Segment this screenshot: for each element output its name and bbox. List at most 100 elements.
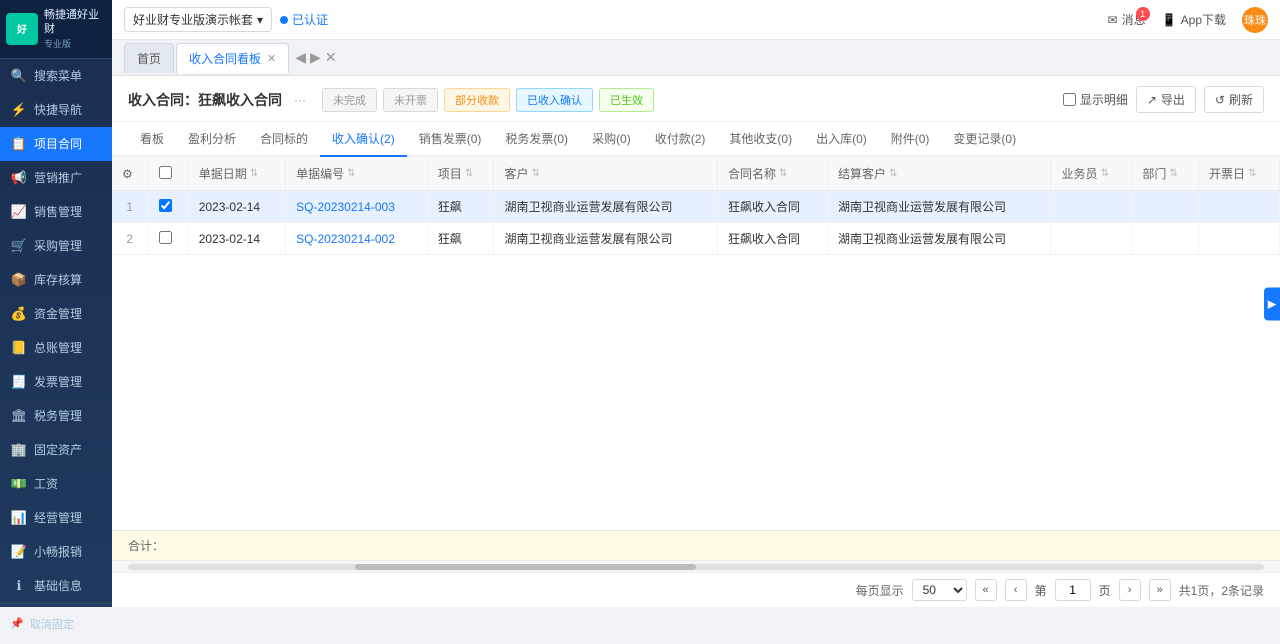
status-btn-confirmed[interactable]: 已收入确认 (516, 88, 593, 112)
select-all-checkbox[interactable] (159, 166, 172, 179)
status-btn-active[interactable]: 已生效 (599, 88, 654, 112)
inner-tab-11[interactable]: 变更记录(0) (941, 122, 1028, 157)
col-header-bill_no[interactable]: 单据编号 ⇅ (286, 157, 428, 191)
row-checkbox-1[interactable] (159, 231, 172, 244)
show-detail-input[interactable] (1063, 93, 1076, 106)
tab-home[interactable]: 首页 (124, 43, 174, 73)
sidebar-item-0[interactable]: 🔍搜索菜单 (0, 59, 112, 93)
sidebar-item-5[interactable]: 🛒采购管理 (0, 229, 112, 263)
cell-invoice_date-row1 (1199, 223, 1280, 255)
sidebar-item-1[interactable]: ⚡快捷导航 (0, 93, 112, 127)
status-btn-uninvoiced[interactable]: 未开票 (383, 88, 438, 112)
table-row[interactable]: 12023-02-14SQ-20230214-003狂飙湖南卫视商业运营发展有限… (112, 191, 1280, 223)
inner-tab-8[interactable]: 其他收支(0) (717, 122, 804, 157)
tab-nav-next[interactable]: ▶ (310, 49, 321, 66)
company-selector[interactable]: 好业财专业版演示帐套 ▾ (124, 7, 272, 32)
prev-page-button[interactable]: ‹ (1005, 579, 1027, 601)
sort-icon: ⇅ (1100, 168, 1108, 179)
inner-tab-1[interactable]: 盈利分析 (176, 122, 248, 157)
inner-tab-10[interactable]: 附件(0) (879, 122, 942, 157)
first-page-button[interactable]: « (975, 579, 997, 601)
table-row[interactable]: 22023-02-14SQ-20230214-002狂飙湖南卫视商业运营发展有限… (112, 223, 1280, 255)
tab-nav-prev[interactable]: ◀ (295, 49, 306, 66)
inner-tab-3[interactable]: 收入确认(2) (320, 122, 407, 157)
inner-tab-7[interactable]: 收付款(2) (643, 122, 718, 157)
cell-bill_no-row0[interactable]: SQ-20230214-003 (286, 191, 428, 223)
cell-bill_no-row1[interactable]: SQ-20230214-002 (286, 223, 428, 255)
sidebar-item-11[interactable]: 🏢固定资产 (0, 433, 112, 467)
sidebar-item-7[interactable]: 💰资金管理 (0, 297, 112, 331)
cell-department-row1 (1132, 223, 1199, 255)
sidebar-item-8[interactable]: 📒总账管理 (0, 331, 112, 365)
inner-tab-0[interactable]: 看板 (128, 122, 176, 157)
col-header-date[interactable]: 单据日期 ⇅ (188, 157, 285, 191)
export-button[interactable]: ↗ 导出 (1136, 86, 1196, 113)
table-container[interactable]: ⚙ 单据日期 ⇅单据编号 ⇅项目 ⇅客户 ⇅合同名称 ⇅结算客户 ⇅业务员 ⇅部门… (112, 157, 1280, 530)
col-header-customer[interactable]: 客户 ⇅ (494, 157, 718, 191)
status-btn-incomplete[interactable]: 未完成 (322, 88, 377, 112)
sidebar-item-12[interactable]: 💵工资 (0, 467, 112, 501)
sort-icon: ⇅ (347, 168, 355, 179)
sidebar-item-14[interactable]: 📝小畅报销 (0, 535, 112, 569)
cell-check-row0[interactable] (148, 191, 188, 223)
sidebar-nav: 🔍搜索菜单⚡快捷导航📋项目合同📢营销推广📈销售管理🛒采购管理📦库存核算💰资金管理… (0, 59, 112, 603)
cell-check-row1[interactable] (148, 223, 188, 255)
settings-icon[interactable]: ⚙ (122, 167, 133, 181)
tab-close-icon[interactable]: ✕ (267, 52, 276, 65)
col-header-project[interactable]: 项目 ⇅ (427, 157, 494, 191)
sidebar-item-9[interactable]: 🧾发票管理 (0, 365, 112, 399)
inner-tab-4[interactable]: 销售发票(0) (407, 122, 494, 157)
sidebar-icon-7: 💰 (10, 305, 28, 323)
tab-nav-close[interactable]: ✕ (325, 49, 337, 66)
sidebar-item-3[interactable]: 📢营销推广 (0, 161, 112, 195)
sidebar-item-15[interactable]: ℹ基础信息 (0, 569, 112, 603)
last-page-button[interactable]: » (1149, 579, 1171, 601)
cell-customer-row0: 湖南卫视商业运营发展有限公司 (494, 191, 718, 223)
col-header-settle_customer[interactable]: 结算客户 ⇅ (827, 157, 1051, 191)
page-number-input[interactable] (1055, 579, 1091, 601)
user-avatar[interactable]: 珠珠 (1242, 7, 1268, 33)
sidebar-item-10[interactable]: 🏛税务管理 (0, 399, 112, 433)
inner-tab-9[interactable]: 出入库(0) (804, 122, 879, 157)
col-header-invoice_date[interactable]: 开票日 ⇅ (1199, 157, 1280, 191)
refresh-button[interactable]: ↺ 刷新 (1204, 86, 1264, 113)
dropdown-icon: ▾ (257, 13, 263, 27)
sidebar-label-1: 快捷导航 (34, 101, 82, 118)
scrollbar-thumb[interactable] (355, 564, 696, 570)
page-title: 收入合同：狂飙收入合同 (128, 90, 282, 110)
row-checkbox-0[interactable] (159, 199, 172, 212)
messages-button[interactable]: ✉ 1 消息 (1108, 11, 1146, 28)
page: 收入合同：狂飙收入合同 ··· 未完成未开票部分收款已收入确认已生效 显示明细 … (112, 76, 1280, 607)
per-page-select[interactable]: 50 100 (912, 579, 967, 601)
cell-num-row1: 2 (112, 223, 148, 255)
page-header: 收入合同：狂飙收入合同 ··· 未完成未开票部分收款已收入确认已生效 显示明细 … (112, 76, 1280, 122)
more-options-button[interactable]: ··· (290, 93, 310, 107)
message-icon: ✉ (1108, 13, 1118, 27)
sidebar-bottom-pin[interactable]: 📌 取消固定 (0, 610, 112, 638)
show-detail-checkbox[interactable]: 显示明细 (1063, 91, 1128, 108)
tab-contract-board[interactable]: 收入合同看板 ✕ (176, 43, 289, 73)
sidebar-item-4[interactable]: 📈销售管理 (0, 195, 112, 229)
bill-link-1[interactable]: SQ-20230214-002 (296, 232, 395, 246)
sidebar-item-13[interactable]: 📊经营管理 (0, 501, 112, 535)
col-header-salesperson[interactable]: 业务员 ⇅ (1051, 157, 1132, 191)
sidebar-item-6[interactable]: 📦库存核算 (0, 263, 112, 297)
tab-bar: 首页 收入合同看板 ✕ ◀ ▶ ✕ (112, 40, 1280, 76)
cell-salesperson-row0 (1051, 191, 1132, 223)
pagination: 每页显示 50 100 « ‹ 第 页 › » 共1页，2条记录 (112, 572, 1280, 607)
bill-link-0[interactable]: SQ-20230214-003 (296, 200, 395, 214)
inner-tab-2[interactable]: 合同标的 (248, 122, 320, 157)
sort-icon: ⇅ (465, 168, 473, 179)
col-header-contract_name[interactable]: 合同名称 ⇅ (717, 157, 827, 191)
app-download-button[interactable]: 📱 App下载 (1162, 11, 1226, 28)
sidebar-item-2[interactable]: 📋项目合同 (0, 127, 112, 161)
sidebar-label-8: 总账管理 (34, 339, 82, 356)
horizontal-scrollbar[interactable] (112, 560, 1280, 572)
col-header-department[interactable]: 部门 ⇅ (1132, 157, 1199, 191)
right-edge-action-button[interactable]: ▶ (1264, 287, 1280, 320)
sidebar-icon-14: 📝 (10, 543, 28, 561)
status-btn-partial[interactable]: 部分收款 (444, 88, 510, 112)
next-page-button[interactable]: › (1119, 579, 1141, 601)
inner-tab-6[interactable]: 采购(0) (580, 122, 643, 157)
inner-tab-5[interactable]: 税务发票(0) (493, 122, 580, 157)
